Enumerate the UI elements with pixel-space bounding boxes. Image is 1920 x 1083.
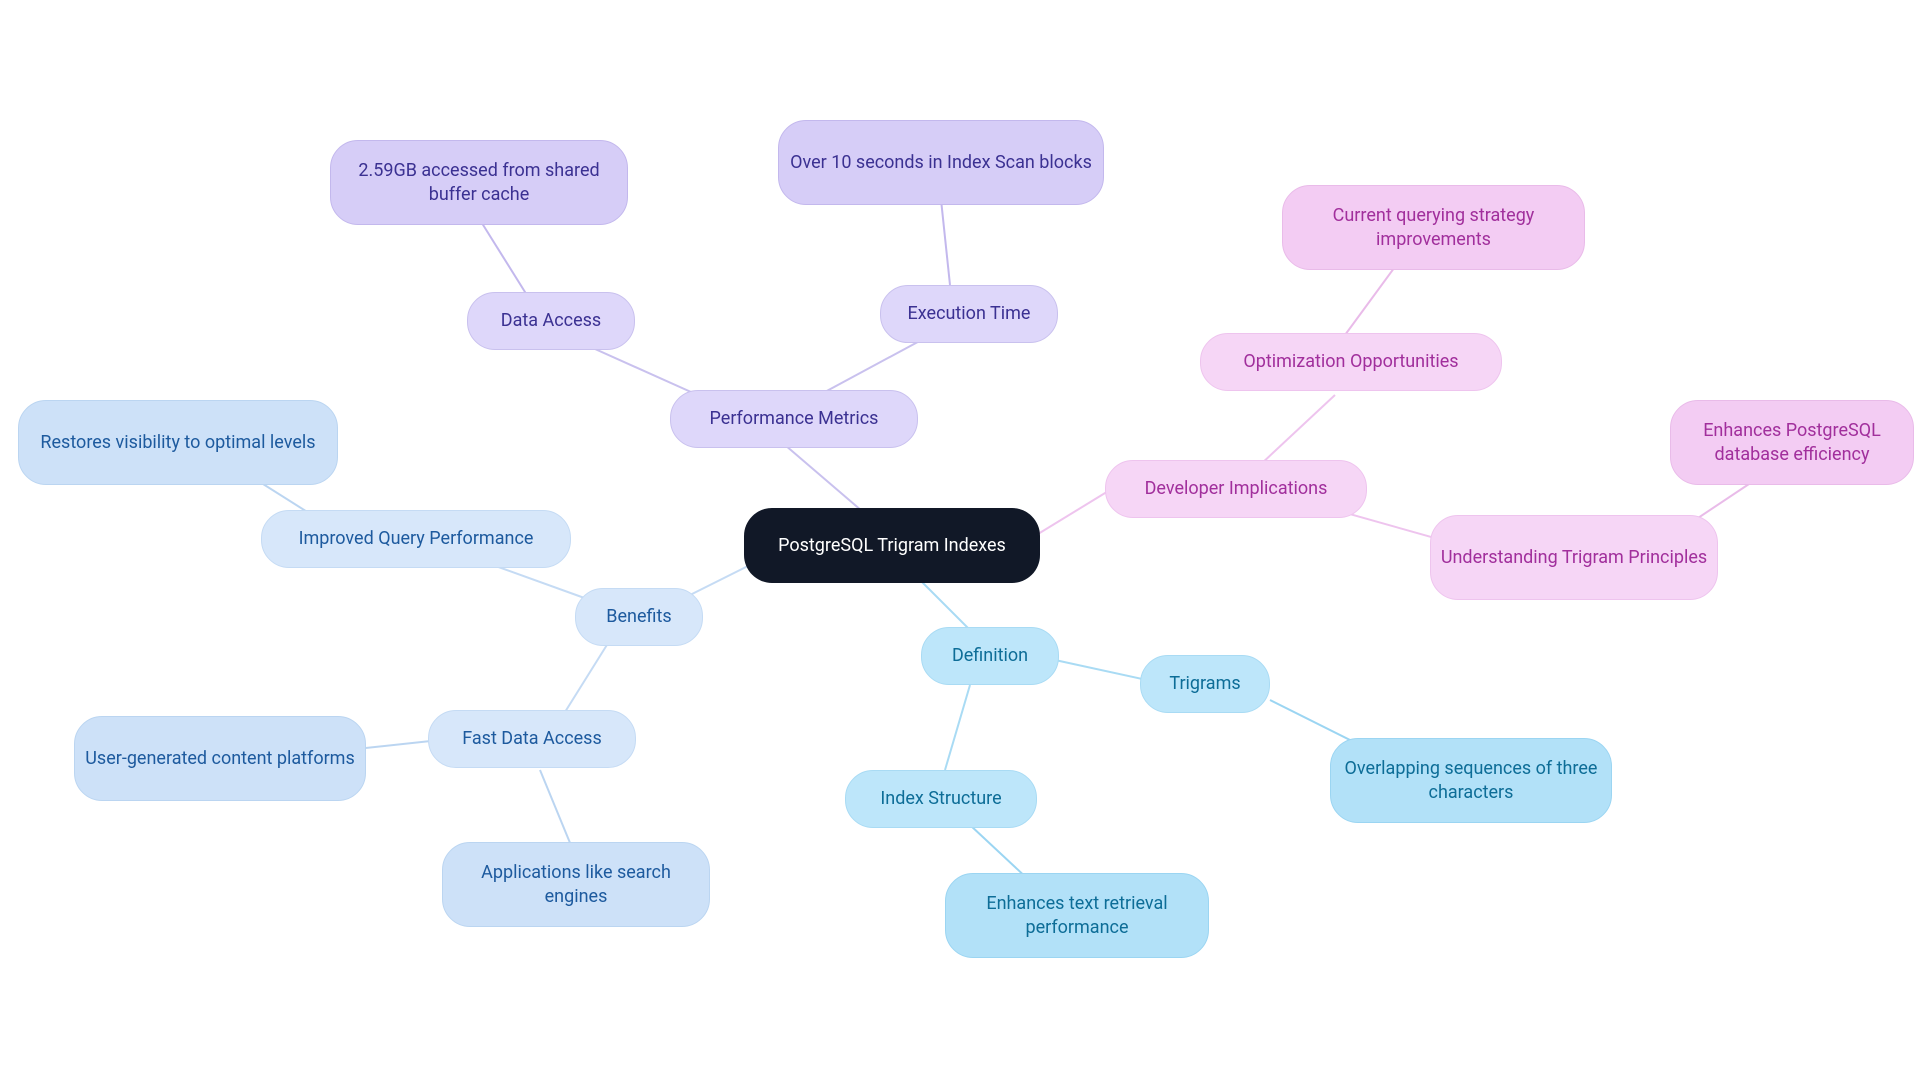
perf-data-label: Data Access xyxy=(501,309,601,332)
def-trig-leaf-label: Overlapping sequences of three character… xyxy=(1339,757,1603,804)
def-trig-node[interactable]: Trigrams xyxy=(1140,655,1270,713)
ben-fast-label: Fast Data Access xyxy=(462,727,602,750)
dev-und-leaf-label: Enhances PostgreSQL database efficiency xyxy=(1679,419,1905,466)
perf-node[interactable]: Performance Metrics xyxy=(670,390,918,448)
def-idx-node[interactable]: Index Structure xyxy=(845,770,1037,828)
perf-exec-leaf[interactable]: Over 10 seconds in Index Scan blocks xyxy=(778,120,1104,205)
ben-label: Benefits xyxy=(606,605,671,628)
ben-fast-node[interactable]: Fast Data Access xyxy=(428,710,636,768)
ben-iqp-leaf-label: Restores visibility to optimal levels xyxy=(40,431,315,454)
def-idx-leaf-label: Enhances text retrieval performance xyxy=(954,892,1200,939)
perf-label: Performance Metrics xyxy=(710,407,879,430)
root-node[interactable]: PostgreSQL Trigram Indexes xyxy=(744,508,1040,583)
dev-opt-node[interactable]: Optimization Opportunities xyxy=(1200,333,1502,391)
def-node[interactable]: Definition xyxy=(921,627,1059,685)
perf-exec-leaf-label: Over 10 seconds in Index Scan blocks xyxy=(790,151,1092,174)
ben-iqp-node[interactable]: Improved Query Performance xyxy=(261,510,571,568)
ben-node[interactable]: Benefits xyxy=(575,588,703,646)
ben-iqp-label: Improved Query Performance xyxy=(299,527,534,550)
perf-exec-node[interactable]: Execution Time xyxy=(880,285,1058,343)
ben-fast-leaf1-label: User-generated content platforms xyxy=(85,747,355,770)
perf-exec-label: Execution Time xyxy=(908,302,1031,325)
dev-node[interactable]: Developer Implications xyxy=(1105,460,1367,518)
dev-opt-leaf[interactable]: Current querying strategy improvements xyxy=(1282,185,1585,270)
dev-label: Developer Implications xyxy=(1145,477,1328,500)
def-idx-label: Index Structure xyxy=(880,787,1001,810)
perf-data-node[interactable]: Data Access xyxy=(467,292,635,350)
ben-fast-leaf2[interactable]: Applications like search engines xyxy=(442,842,710,927)
perf-data-leaf[interactable]: 2.59GB accessed from shared buffer cache xyxy=(330,140,628,225)
ben-iqp-leaf[interactable]: Restores visibility to optimal levels xyxy=(18,400,338,485)
perf-data-leaf-label: 2.59GB accessed from shared buffer cache xyxy=(339,159,619,206)
dev-opt-label: Optimization Opportunities xyxy=(1243,350,1458,373)
def-label: Definition xyxy=(952,644,1028,667)
root-label: PostgreSQL Trigram Indexes xyxy=(778,534,1006,557)
dev-opt-leaf-label: Current querying strategy improvements xyxy=(1291,204,1576,251)
dev-und-node[interactable]: Understanding Trigram Principles xyxy=(1430,515,1718,600)
dev-und-label: Understanding Trigram Principles xyxy=(1441,546,1707,569)
ben-fast-leaf1[interactable]: User-generated content platforms xyxy=(74,716,366,801)
dev-und-leaf[interactable]: Enhances PostgreSQL database efficiency xyxy=(1670,400,1914,485)
ben-fast-leaf2-label: Applications like search engines xyxy=(451,861,701,908)
def-idx-leaf[interactable]: Enhances text retrieval performance xyxy=(945,873,1209,958)
def-trig-leaf[interactable]: Overlapping sequences of three character… xyxy=(1330,738,1612,823)
def-trig-label: Trigrams xyxy=(1169,672,1240,695)
